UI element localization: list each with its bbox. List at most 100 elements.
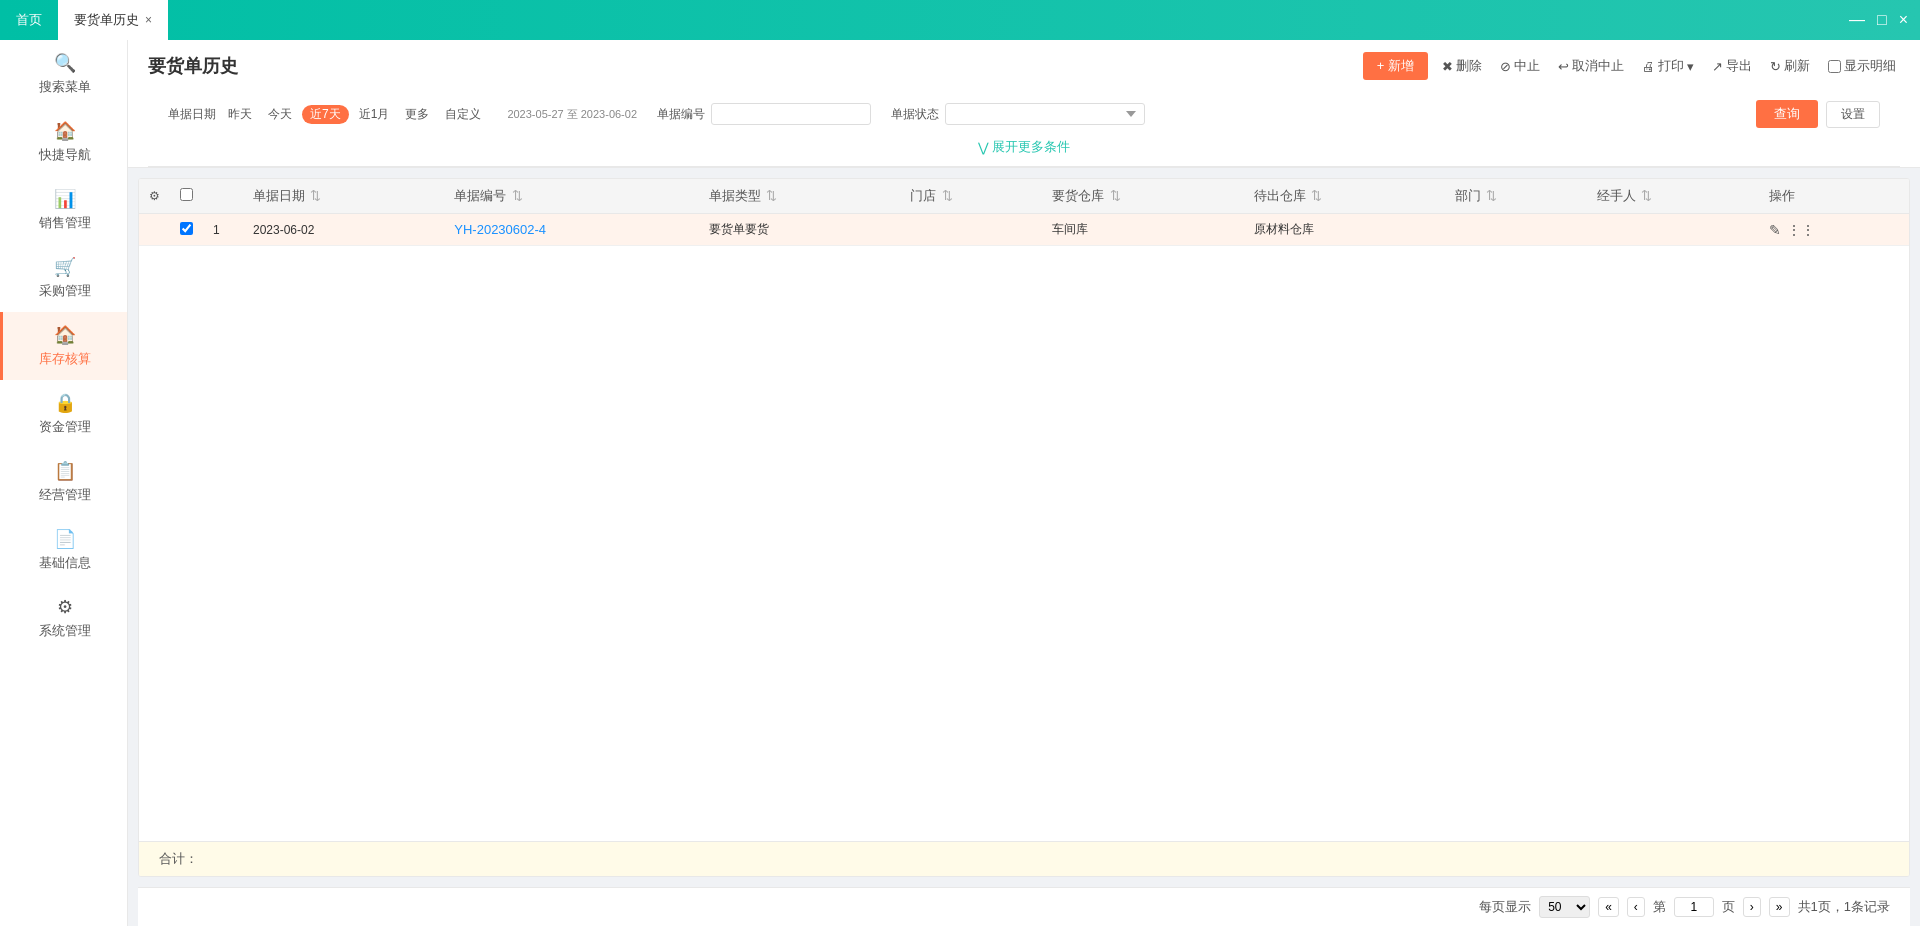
toolbar: + 新增 ✖ 删除 ⊘ 中止 ↩ 取消中止 🖨 打印 [1363, 52, 1900, 80]
topbar-controls: — □ × [1849, 11, 1920, 29]
sidebar-item-sales[interactable]: 📊 销售管理 [0, 176, 127, 244]
prev-page-button[interactable]: ‹ [1627, 897, 1645, 917]
sidebar-item-operation[interactable]: 📋 经营管理 [0, 448, 127, 516]
row-num: 1 [203, 214, 243, 246]
tab-history-label: 要货单历史 [74, 11, 139, 29]
sidebar-label-basic: 基础信息 [39, 554, 91, 572]
col-doctype[interactable]: 单据类型 ⇅ [699, 179, 900, 214]
new-button[interactable]: + 新增 [1363, 52, 1428, 80]
lock-icon: 🔒 [54, 392, 76, 414]
row-checkbox-cell [170, 214, 203, 246]
date-btn-yesterday[interactable]: 昨天 [222, 105, 258, 124]
expand-filter-button[interactable]: ⋁ 展开更多条件 [978, 138, 1070, 156]
last-page-button[interactable]: » [1769, 897, 1790, 917]
stop-button[interactable]: ⊘ 中止 [1496, 55, 1544, 77]
tab-home[interactable]: 首页 [0, 0, 58, 40]
per-page-select[interactable]: 50 20 100 [1539, 896, 1590, 918]
sort-pending-warehouse-icon: ⇅ [1311, 188, 1322, 203]
cart-icon: 🛒 [54, 256, 76, 278]
row-department [1445, 214, 1587, 246]
sort-date-icon: ⇅ [310, 188, 321, 203]
filter-row-2: ⋁ 展开更多条件 [168, 132, 1880, 156]
window-close-icon[interactable]: × [1899, 11, 1908, 29]
col-pending-warehouse[interactable]: 待出仓库 ⇅ [1244, 179, 1445, 214]
row-docno-link[interactable]: YH-20230602-4 [454, 222, 546, 237]
page-title-bar: 要货单历史 + 新增 ✖ 删除 ⊘ 中止 ↩ 取消中止 [148, 52, 1900, 80]
row-more-icon[interactable]: ⋮⋮ [1787, 222, 1815, 238]
print-icon: 🖨 [1642, 59, 1655, 74]
row-edit-icon[interactable]: ✎ [1769, 222, 1781, 238]
col-date[interactable]: 单据日期 ⇅ [243, 179, 444, 214]
next-page-button[interactable]: › [1743, 897, 1761, 917]
first-page-button[interactable]: « [1598, 897, 1619, 917]
refresh-button[interactable]: ↻ 刷新 [1766, 55, 1814, 77]
sidebar-label-system: 系统管理 [39, 622, 91, 640]
sort-doctype-icon: ⇅ [766, 188, 777, 203]
content-area: 要货单历史 + 新增 ✖ 删除 ⊘ 中止 ↩ 取消中止 [128, 40, 1920, 926]
print-label: 打印 [1658, 57, 1684, 75]
sidebar-item-search-menu[interactable]: 🔍 搜索菜单 [0, 40, 127, 108]
filter-area: 单据日期 昨天 今天 近7天 近1月 更多 自定义 2023-05-27 至 2… [148, 90, 1900, 167]
row-checkbox[interactable] [180, 222, 193, 235]
show-detail-checkbox[interactable] [1828, 60, 1841, 73]
date-btn-more[interactable]: 更多 [399, 105, 435, 124]
show-detail-label: 显示明细 [1844, 57, 1896, 75]
delete-icon: ✖ [1442, 59, 1453, 74]
col-department[interactable]: 部门 ⇅ [1445, 179, 1587, 214]
date-btn-custom[interactable]: 自定义 [439, 105, 487, 124]
sidebar-item-finance[interactable]: 🔒 资金管理 [0, 380, 127, 448]
status-select[interactable] [945, 103, 1145, 125]
show-detail-button[interactable]: 显示明细 [1824, 55, 1900, 77]
col-req-warehouse-label: 要货仓库 [1052, 188, 1104, 203]
col-req-warehouse[interactable]: 要货仓库 ⇅ [1042, 179, 1243, 214]
sidebar-item-quick-nav[interactable]: 🏠 快捷导航 [0, 108, 127, 176]
stop-icon: ⊘ [1500, 59, 1511, 74]
table-spacer [139, 246, 1909, 841]
page-input[interactable] [1674, 897, 1714, 917]
date-btn-7days[interactable]: 近7天 [302, 105, 349, 124]
cancel-stop-label: 取消中止 [1572, 57, 1624, 75]
expand-icon: ⋁ [978, 140, 989, 155]
sidebar-item-purchase[interactable]: 🛒 采购管理 [0, 244, 127, 312]
date-btn-today[interactable]: 今天 [262, 105, 298, 124]
sidebar-item-inventory[interactable]: 🏠 库存核算 [0, 312, 127, 380]
sidebar-label-operation: 经营管理 [39, 486, 91, 504]
date-btn-1month[interactable]: 近1月 [353, 105, 396, 124]
filter-date-range: 2023-05-27 至 2023-06-02 [507, 107, 637, 122]
print-button[interactable]: 🖨 打印 ▾ [1638, 55, 1698, 77]
settings-button[interactable]: 设置 [1826, 101, 1880, 128]
export-button[interactable]: ↗ 导出 [1708, 55, 1756, 77]
select-all-checkbox[interactable] [180, 188, 193, 201]
tab-history[interactable]: 要货单历史 × [58, 0, 168, 40]
delete-button[interactable]: ✖ 删除 [1438, 55, 1486, 77]
sidebar-item-basic[interactable]: 📄 基础信息 [0, 516, 127, 584]
cancel-stop-button[interactable]: ↩ 取消中止 [1554, 55, 1628, 77]
doc-number-label: 单据编号 [657, 106, 705, 123]
status-filter-label: 单据状态 [891, 106, 939, 123]
date-filter-label: 单据日期 [168, 106, 216, 123]
row-pending-warehouse: 原材料仓库 [1244, 214, 1445, 246]
page-suffix: 页 [1722, 898, 1735, 916]
doc-number-input[interactable] [711, 103, 871, 125]
query-button[interactable]: 查询 [1756, 100, 1818, 128]
window-maximize-icon[interactable]: □ [1877, 11, 1887, 29]
col-store[interactable]: 门店 ⇅ [900, 179, 1042, 214]
row-actions: ✎ ⋮⋮ [1759, 214, 1909, 246]
col-settings[interactable]: ⚙ [139, 179, 170, 214]
search-icon: 🔍 [54, 52, 76, 74]
filter-group-status: 单据状态 [891, 103, 1145, 125]
row-settings [139, 214, 170, 246]
filter-row-1: 单据日期 昨天 今天 近7天 近1月 更多 自定义 2023-05-27 至 2… [168, 100, 1880, 128]
export-label: 导出 [1726, 57, 1752, 75]
col-department-label: 部门 [1455, 188, 1481, 203]
date-buttons: 昨天 今天 近7天 近1月 更多 自定义 [222, 105, 487, 124]
data-table: ⚙ 单据日期 ⇅ 单据编号 ⇅ [139, 179, 1909, 246]
sidebar-item-system[interactable]: ⚙ 系统管理 [0, 584, 127, 652]
tab-close-icon[interactable]: × [145, 13, 152, 27]
window-minimize-icon[interactable]: — [1849, 11, 1865, 29]
delete-label: 删除 [1456, 57, 1482, 75]
sidebar-label-purchase: 采购管理 [39, 282, 91, 300]
col-handler[interactable]: 经手人 ⇅ [1587, 179, 1759, 214]
col-docno[interactable]: 单据编号 ⇅ [444, 179, 699, 214]
filter-group-date: 单据日期 昨天 今天 近7天 近1月 更多 自定义 [168, 105, 487, 124]
